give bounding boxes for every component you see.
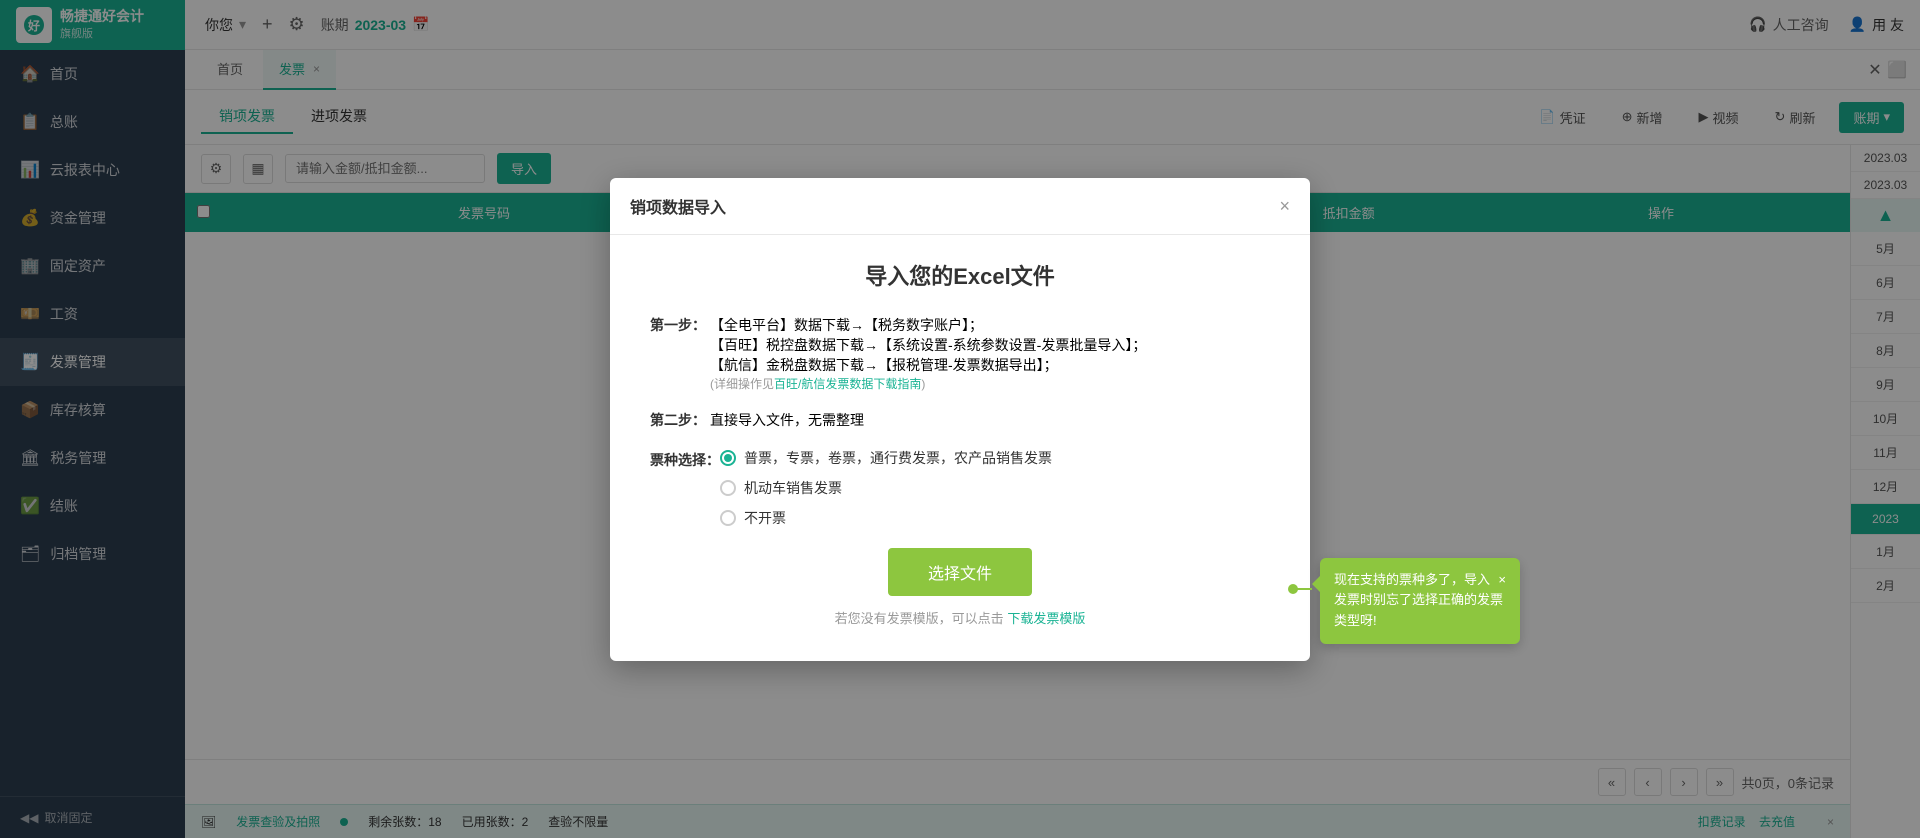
step1-line2: 【百旺】税控盘数据下载→【系统设置-系统参数设置-发票批量导入】； [710, 335, 1146, 355]
radio-group: 普票，专票，卷票，通行费发票，农产品销售发票 机动车销售发票 不开票 [720, 448, 1052, 528]
select-file-btn[interactable]: 选择文件 [888, 548, 1032, 596]
radio-circle-1 [720, 450, 736, 466]
modal-body: 导入您的Excel文件 第一步： 【全电平台】数据下载→【税务数字账户】； 【百… [610, 235, 1310, 661]
step2: 第二步： 直接导入文件，无需整理 [650, 410, 1270, 430]
ticket-label: 票种选择： [650, 448, 720, 470]
step1-hint: (详细操作见百旺/航信发票数据下载指南) [710, 375, 1270, 392]
radio-label-3: 不开票 [744, 508, 786, 528]
radio-circle-3 [720, 510, 736, 526]
step1: 第一步： 【全电平台】数据下载→【税务数字账户】； 【百旺】税控盘数据下载→【系… [650, 315, 1270, 392]
import-modal: 销项数据导入 × 导入您的Excel文件 第一步： 【全电平台】数据下载→【税务… [610, 178, 1310, 661]
radio-item-3[interactable]: 不开票 [720, 508, 1052, 528]
step2-label: 第二步： [650, 410, 710, 430]
step1-line3: 【航信】金税盘数据下载→【报税管理-发票数据导出】； [710, 355, 1146, 375]
radio-item-2[interactable]: 机动车销售发票 [720, 478, 1052, 498]
step1-line1: 【全电平台】数据下载→【税务数字账户】； [710, 315, 1146, 335]
footer-prefix: 若您没有发票模版，可以点击 [835, 611, 1004, 626]
radio-item-1[interactable]: 普票，专票，卷票，通行费发票，农产品销售发票 [720, 448, 1052, 468]
tooltip-bubble: × 现在支持的票种多了，导入发票时别忘了选择正确的发票类型呀! [1320, 558, 1520, 644]
download-template-link[interactable]: 下载发票模版 [1007, 611, 1085, 626]
tooltip-close-btn[interactable]: × [1498, 570, 1506, 591]
guide-link[interactable]: 百旺/航信发票数据下载指南 [774, 377, 921, 391]
radio-label-1: 普票，专票，卷票，通行费发票，农产品销售发票 [744, 448, 1052, 468]
step1-label: 第一步： [650, 315, 710, 375]
modal-header: 销项数据导入 × [610, 178, 1310, 235]
radio-label-2: 机动车销售发票 [744, 478, 842, 498]
modal-main-title: 导入您的Excel文件 [650, 259, 1270, 291]
ticket-select: 票种选择： 普票，专票，卷票，通行费发票，农产品销售发票 机动车销售发票 [650, 448, 1270, 528]
tooltip-dot-line [1296, 588, 1312, 590]
modal-title: 销项数据导入 [630, 194, 726, 218]
radio-circle-2 [720, 480, 736, 496]
tooltip-text: 现在支持的票种多了，导入发票时别忘了选择正确的发票类型呀! [1334, 572, 1503, 629]
modal-overlay: 销项数据导入 × 导入您的Excel文件 第一步： 【全电平台】数据下载→【税务… [0, 0, 1920, 838]
modal-footer: 若您没有发票模版，可以点击 下载发票模版 [650, 596, 1270, 631]
step2-content: 直接导入文件，无需整理 [710, 410, 864, 430]
modal-close-btn[interactable]: × [1279, 197, 1290, 215]
